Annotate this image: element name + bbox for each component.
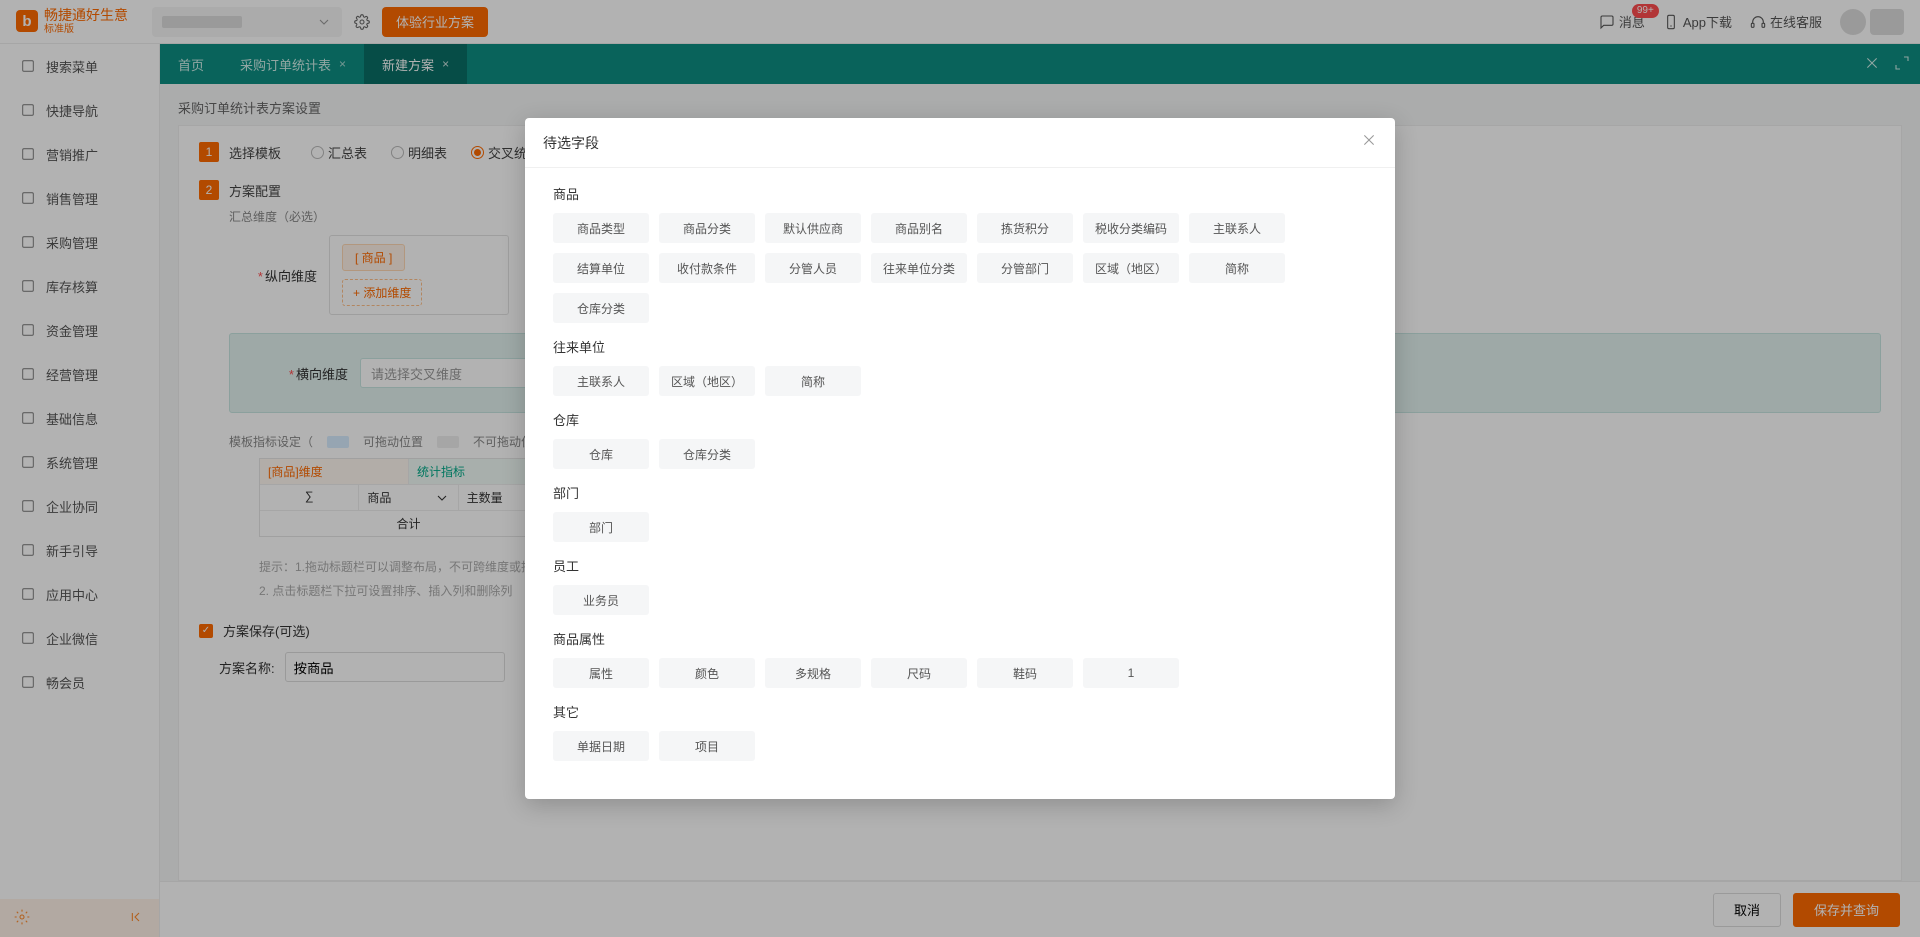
- field-group-title: 部门: [553, 483, 1367, 502]
- field-group-6: 其它单据日期项目: [553, 702, 1367, 761]
- field-chip[interactable]: 商品别名: [871, 213, 967, 243]
- field-group-title: 往来单位: [553, 337, 1367, 356]
- field-chip[interactable]: 区域（地区）: [1083, 253, 1179, 283]
- field-chip[interactable]: 鞋码: [977, 658, 1073, 688]
- field-group-5: 商品属性属性颜色多规格尺码鞋码 1: [553, 629, 1367, 688]
- field-group-title: 仓库: [553, 410, 1367, 429]
- field-chip[interactable]: 1: [1083, 658, 1179, 688]
- field-chip[interactable]: 简称: [765, 366, 861, 396]
- field-chip[interactable]: 主联系人: [1189, 213, 1285, 243]
- field-group-title: 商品: [553, 184, 1367, 203]
- field-chip[interactable]: 区域（地区）: [659, 366, 755, 396]
- field-group-1: 往来单位主联系人区域（地区） 简称: [553, 337, 1367, 396]
- field-chip[interactable]: 仓库分类: [553, 293, 649, 323]
- field-chip[interactable]: 收付款条件: [659, 253, 755, 283]
- field-group-title: 其它: [553, 702, 1367, 721]
- field-chip[interactable]: 拣货积分: [977, 213, 1073, 243]
- field-chip[interactable]: 主联系人: [553, 366, 649, 396]
- field-group-2: 仓库仓库仓库分类: [553, 410, 1367, 469]
- modal-close-button[interactable]: [1361, 132, 1377, 153]
- field-chip[interactable]: 单据日期: [553, 731, 649, 761]
- field-group-title: 商品属性: [553, 629, 1367, 648]
- field-chip[interactable]: 业务员: [553, 585, 649, 615]
- field-chip[interactable]: 税收分类编码: [1083, 213, 1179, 243]
- field-chip[interactable]: 分管部门: [977, 253, 1073, 283]
- field-chip[interactable]: 仓库分类: [659, 439, 755, 469]
- field-chip[interactable]: 多规格: [765, 658, 861, 688]
- field-chip[interactable]: 结算单位: [553, 253, 649, 283]
- field-group-title: 员工: [553, 556, 1367, 575]
- field-chip[interactable]: 项目: [659, 731, 755, 761]
- close-icon: [1361, 132, 1377, 148]
- field-chip[interactable]: 往来单位分类: [871, 253, 967, 283]
- field-chip[interactable]: 默认供应商: [765, 213, 861, 243]
- field-chip[interactable]: 商品类型: [553, 213, 649, 243]
- modal-title: 待选字段: [543, 133, 599, 153]
- field-group-0: 商品商品类型商品分类默认供应商商品别名拣货积分税收分类编码主联系人结算单位收付款…: [553, 184, 1367, 323]
- field-group-3: 部门部门: [553, 483, 1367, 542]
- field-picker-modal: 待选字段 商品商品类型商品分类默认供应商商品别名拣货积分税收分类编码主联系人结算…: [525, 118, 1395, 799]
- field-chip[interactable]: 分管人员: [765, 253, 861, 283]
- field-chip[interactable]: 部门: [553, 512, 649, 542]
- field-chip[interactable]: 简称: [1189, 253, 1285, 283]
- field-group-4: 员工业务员: [553, 556, 1367, 615]
- field-chip[interactable]: 商品分类: [659, 213, 755, 243]
- field-chip[interactable]: 尺码: [871, 658, 967, 688]
- field-chip[interactable]: 属性: [553, 658, 649, 688]
- field-chip[interactable]: 仓库: [553, 439, 649, 469]
- field-chip[interactable]: 颜色: [659, 658, 755, 688]
